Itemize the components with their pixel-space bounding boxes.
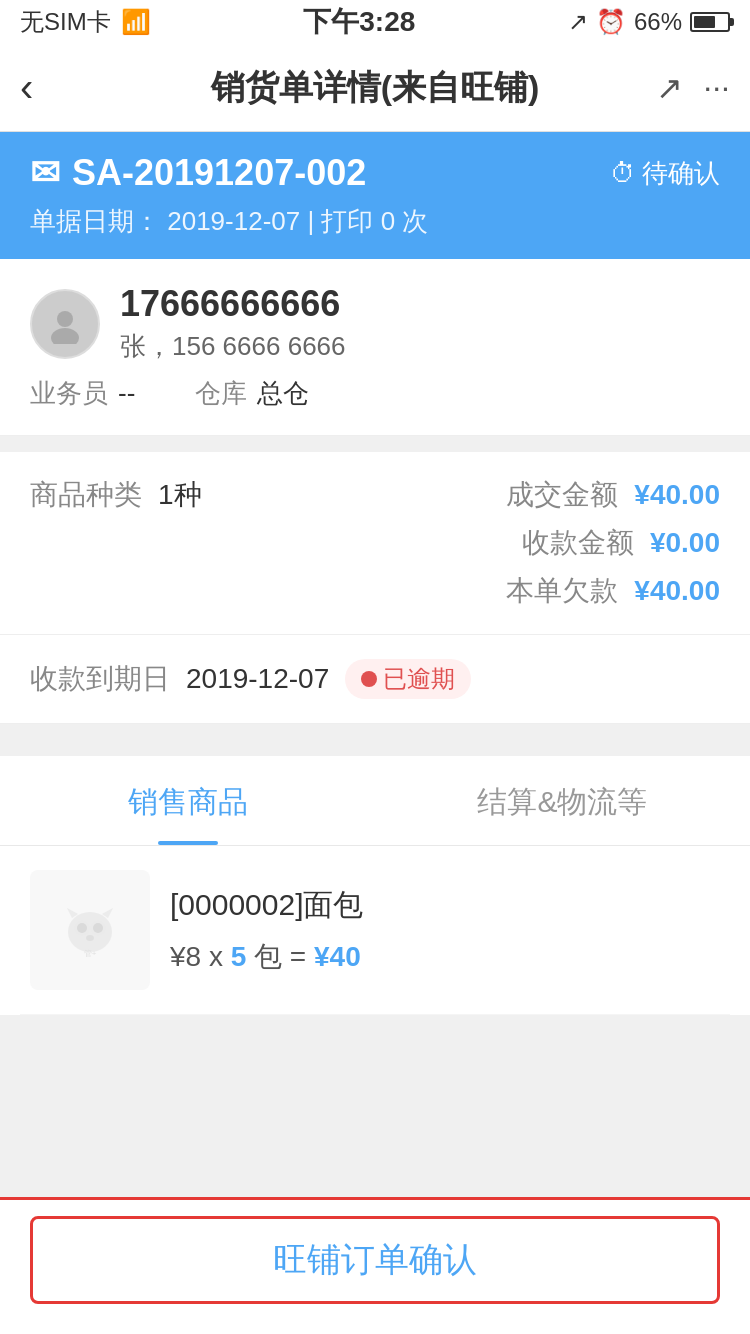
product-qty: 5 [231,941,247,972]
tabs-section: 销售商品 结算&物流等 管+ [0,756,750,1015]
product-code: [0000002] [170,888,303,921]
confirm-button-wrapper: 旺铺订单确认 [0,1197,750,1334]
confirm-order-button[interactable]: 旺铺订单确认 [30,1216,720,1304]
svg-text:管+: 管+ [84,949,97,958]
tab-products[interactable]: 销售商品 [0,756,375,845]
status-indicators: ↗ ⏰ 66% [568,8,730,36]
battery-percent: 66% [634,8,682,36]
customer-main: 17666666666 张，156 6666 6666 [30,283,720,364]
page-title: 销货单详情(来自旺铺) [211,65,540,111]
product-price: ¥8 x 5 包 = ¥40 [170,938,720,976]
carrier-text: 无SIM卡 [20,6,111,38]
wifi-icon: 📶 [121,8,151,36]
order-date: 2019-12-07 [167,206,300,236]
amount-label: 成交金额 [506,476,618,514]
customer-phone: 17666666666 [120,283,720,325]
warehouse-meta: 仓库 总仓 [195,376,309,411]
svg-point-1 [51,328,79,344]
status-time: 下午3:28 [303,3,415,41]
svg-point-6 [93,923,103,933]
svg-point-2 [68,912,112,952]
category-area: 商品种类 1种 [30,476,506,514]
product-item: 管+ [0000002]面包 ¥8 x 5 包 = ¥40 [20,846,730,1015]
summary-section: 商品种类 1种 成交金额 ¥40.00 收款金额 ¥0.00 本单欠款 ¥40.… [0,452,750,635]
location-icon: ↗ [568,8,588,36]
product-list: 管+ [0000002]面包 ¥8 x 5 包 = ¥40 [0,846,750,1015]
overdue-text: 已逾期 [383,663,455,695]
customer-meta: 业务员 -- 仓库 总仓 [30,376,720,411]
battery-icon [690,12,730,32]
product-name-text: 面包 [303,888,363,921]
sales-label: 业务员 [30,376,108,411]
received-value: ¥0.00 [650,527,720,559]
print-count: 0 [381,206,395,236]
order-header: ✉ SA-20191207-002 ⏱ 待确认 单据日期： 2019-12-07… [0,132,750,259]
order-status: ⏱ 待确认 [610,156,720,191]
status-text: 待确认 [642,156,720,191]
product-total: ¥40 [314,941,361,972]
owed-value: ¥40.00 [634,575,720,607]
owed-label: 本单欠款 [506,572,618,610]
amounts-area: 成交金额 ¥40.00 收款金额 ¥0.00 本单欠款 ¥40.00 [506,476,720,610]
due-date: 2019-12-07 [186,663,329,695]
warehouse-label: 仓库 [195,376,247,411]
tab-settlement[interactable]: 结算&物流等 [375,756,750,845]
divider-1 [0,436,750,452]
alarm-icon: ⏰ [596,8,626,36]
category-value: 1种 [158,476,202,514]
customer-name: 张，156 6666 6666 [120,329,720,364]
qty-unit: 包 [254,941,282,972]
product-thumbnail: 管+ [30,870,150,990]
warehouse-value: 总仓 [257,376,309,411]
tabs-header: 销售商品 结算&物流等 [0,756,750,846]
date-label: 单据日期： [30,206,160,236]
back-button[interactable]: ‹ [20,65,80,110]
order-date-line: 单据日期： 2019-12-07 | 打印 0 次 [30,204,720,239]
nav-actions: ↗ ··· [656,69,730,107]
category-label: 商品种类 [30,476,142,514]
order-header-top: ✉ SA-20191207-002 ⏱ 待确认 [30,152,720,194]
customer-info: 17666666666 张，156 6666 6666 [120,283,720,364]
product-name: [0000002]面包 [170,885,720,926]
print-unit: 次 [402,206,428,236]
divider-2 [0,724,750,740]
svg-point-7 [86,935,94,941]
status-carrier-area: 无SIM卡 📶 [20,6,151,38]
due-date-section: 收款到期日 2019-12-07 已逾期 [0,635,750,724]
due-label: 收款到期日 [30,660,170,698]
overdue-badge: 已逾期 [345,659,471,699]
nav-bar: ‹ 销货单详情(来自旺铺) ↗ ··· [0,44,750,132]
svg-point-5 [77,923,87,933]
amount-row-owed: 本单欠款 ¥40.00 [506,572,720,610]
share-icon[interactable]: ↗ [656,69,683,107]
status-clock-icon: ⏱ [610,158,636,189]
sales-value: -- [118,378,135,409]
received-label: 收款金额 [522,524,634,562]
price-label: ¥8 x [170,941,223,972]
amount-value: ¥40.00 [634,479,720,511]
product-image-placeholder: 管+ [50,900,130,960]
order-id-text: SA-20191207-002 [72,152,366,194]
print-label: | 打印 [307,206,373,236]
product-info: [0000002]面包 ¥8 x 5 包 = ¥40 [170,885,720,976]
equals-sign: = [290,941,306,972]
customer-section: 17666666666 张，156 6666 6666 业务员 -- 仓库 总仓 [0,259,750,436]
order-id: ✉ SA-20191207-002 [30,152,366,194]
overdue-dot-icon [361,671,377,687]
more-icon[interactable]: ··· [703,69,730,106]
amount-row-deal: 成交金额 ¥40.00 [506,476,720,514]
svg-point-0 [57,311,73,327]
avatar [30,289,100,359]
order-icon: ✉ [30,152,60,194]
amount-row-received: 收款金额 ¥0.00 [522,524,720,562]
sales-meta: 业务员 -- [30,376,135,411]
status-bar: 无SIM卡 📶 下午3:28 ↗ ⏰ 66% [0,0,750,44]
